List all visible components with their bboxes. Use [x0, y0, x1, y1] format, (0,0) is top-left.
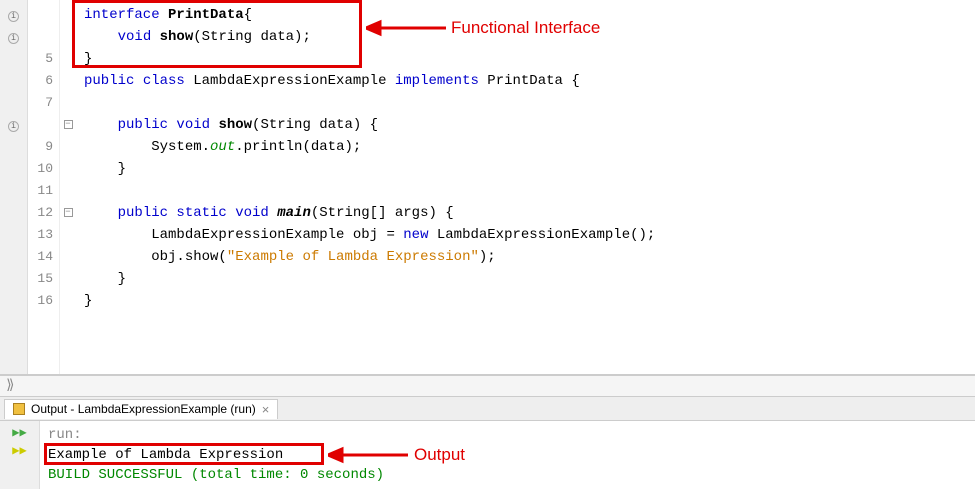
code-line: LambdaExpressionExample obj = new Lambda…: [84, 224, 975, 246]
run-button[interactable]: ▶▶: [0, 425, 39, 443]
output-panel: Output - LambdaExpressionExample (run) ×…: [0, 397, 975, 489]
hint-icon[interactable]: i: [8, 11, 19, 22]
code-line: [84, 180, 975, 202]
code-line: [84, 92, 975, 114]
code-line: public class LambdaExpressionExample imp…: [84, 70, 975, 92]
code-line: public static void main(String[] args) {: [84, 202, 975, 224]
code-line: public void show(String data) {: [84, 114, 975, 136]
code-line: }: [84, 290, 975, 312]
code-editor[interactable]: i i i 5 6 7 9 10 11 12 13 14 15 16 −: [0, 0, 975, 375]
fold-toggle[interactable]: −: [64, 208, 73, 217]
code-line: obj.show("Example of Lambda Expression")…: [84, 246, 975, 268]
breadcrumb[interactable]: ⟫: [0, 375, 975, 397]
line-numbers: 5 6 7 9 10 11 12 13 14 15 16: [28, 0, 60, 374]
output-tab-bar: Output - LambdaExpressionExample (run) ×: [0, 397, 975, 421]
arrow-icon: [366, 18, 446, 38]
output-toolbar: ▶▶ ▶▶: [0, 421, 40, 489]
stop-button[interactable]: [0, 461, 39, 479]
marker-gutter: i i i: [0, 0, 28, 374]
code-line: }: [84, 268, 975, 290]
annotation-label: Functional Interface: [451, 18, 600, 38]
breadcrumb-chevron-icon: ⟫: [6, 378, 14, 394]
output-line: run:: [48, 425, 967, 445]
annotation-box-interface: [72, 0, 362, 68]
output-line: BUILD SUCCESSFUL (total time: 0 seconds): [48, 465, 967, 485]
hint-icon[interactable]: i: [8, 33, 19, 44]
output-icon: [13, 403, 25, 415]
hint-icon[interactable]: i: [8, 121, 19, 132]
code-line: }: [84, 158, 975, 180]
close-icon[interactable]: ×: [262, 402, 270, 417]
rerun-button[interactable]: ▶▶: [0, 443, 39, 461]
output-console[interactable]: run: Example of Lambda Expression BUILD …: [40, 421, 975, 489]
fold-toggle[interactable]: −: [64, 120, 73, 129]
code-content[interactable]: interface PrintData{ void show(String da…: [76, 0, 975, 374]
output-tab[interactable]: Output - LambdaExpressionExample (run) ×: [4, 399, 278, 419]
annotation-box-output: [44, 443, 324, 465]
code-line: System.out.println(data);: [84, 136, 975, 158]
arrow-icon: [328, 445, 408, 465]
annotation-label: Output: [414, 445, 465, 465]
output-tab-label: Output - LambdaExpressionExample (run): [31, 402, 256, 416]
